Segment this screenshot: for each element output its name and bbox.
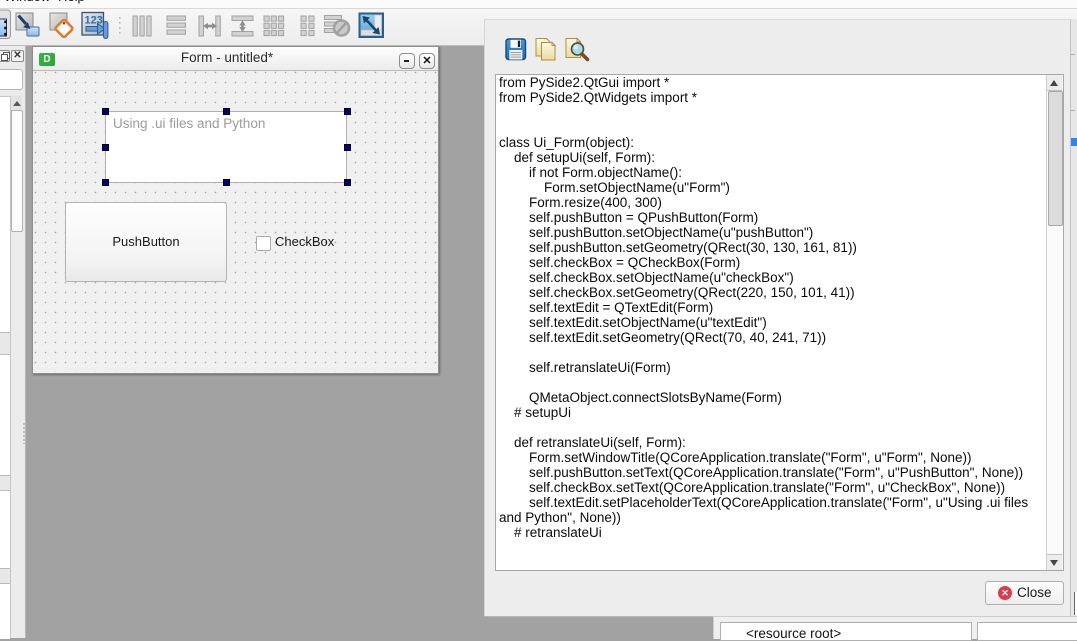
svg-text:123: 123 xyxy=(85,15,103,27)
